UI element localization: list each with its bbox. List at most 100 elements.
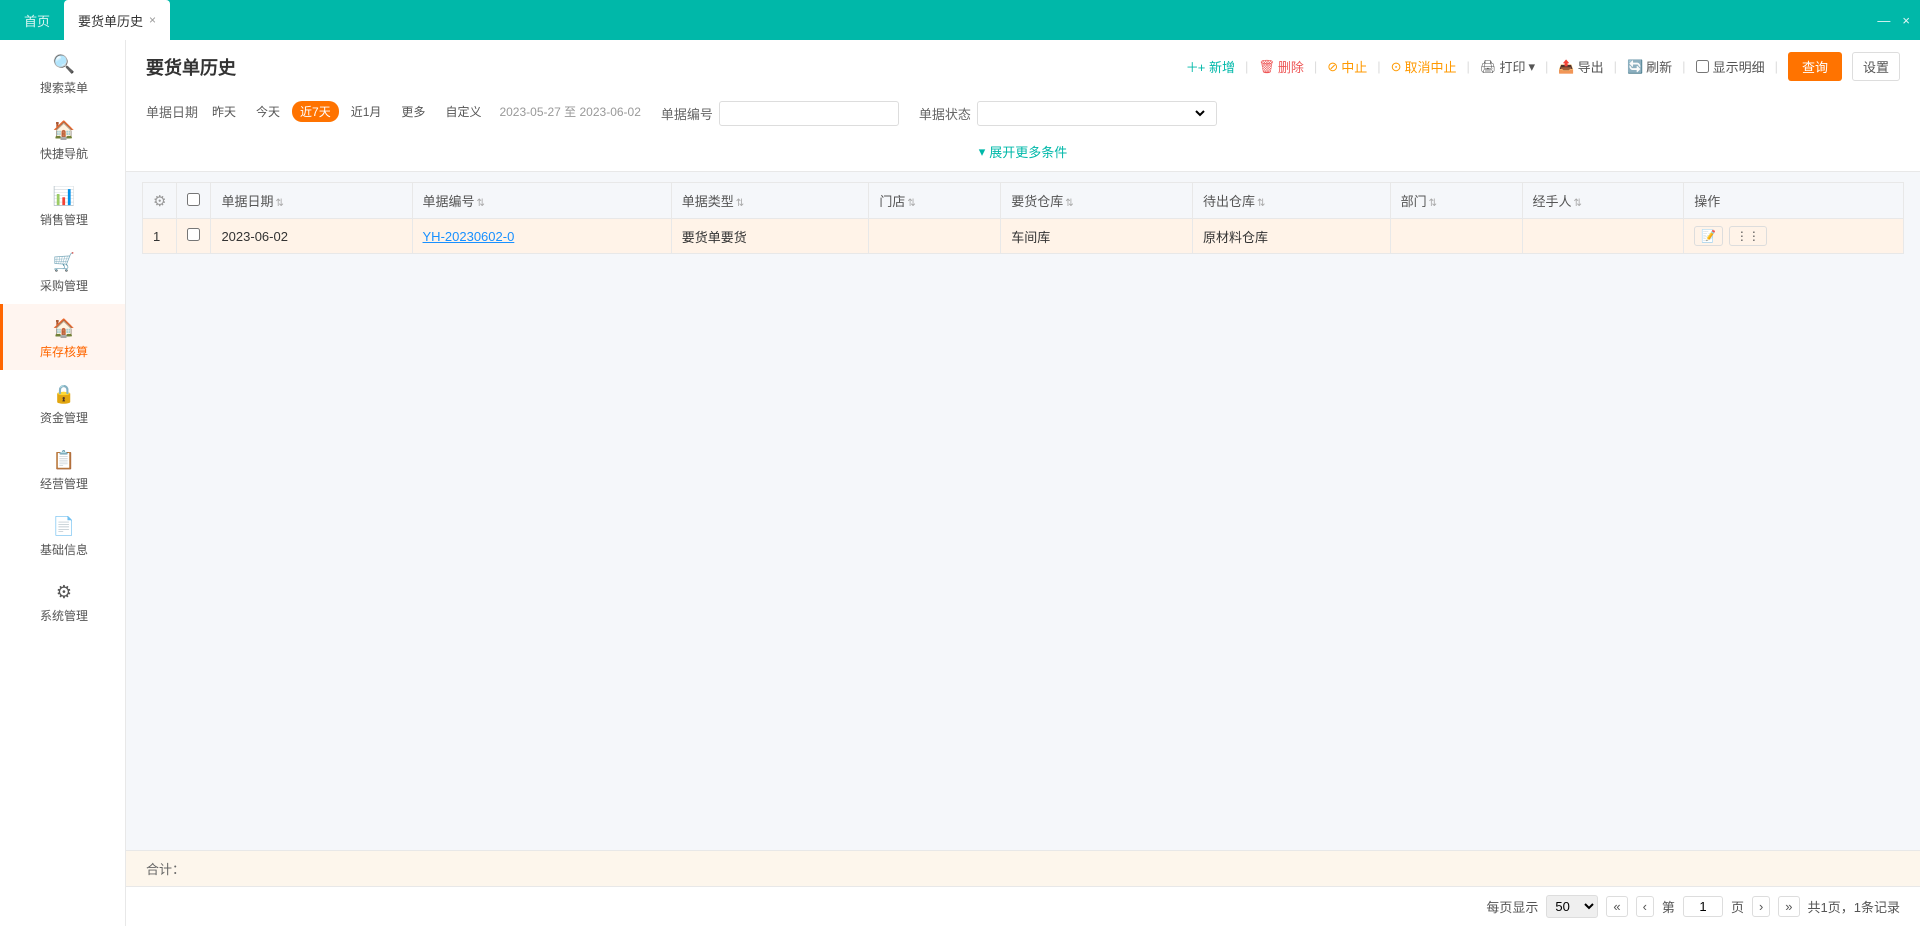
page-number-input[interactable] xyxy=(1683,896,1723,917)
stop-icon: ⊘ xyxy=(1327,59,1338,75)
cell-store xyxy=(869,219,1001,254)
col-checkbox xyxy=(177,183,211,219)
display-detail-checkbox[interactable] xyxy=(1696,60,1709,73)
billno-filter-input[interactable] xyxy=(719,101,899,126)
sort-icon[interactable]: ⇅ xyxy=(477,198,485,209)
cancel-stop-icon: ⊙ xyxy=(1391,59,1402,75)
window-close-btn[interactable]: × xyxy=(1902,13,1910,28)
sidebar-item-basic-info[interactable]: 📄 基础信息 xyxy=(0,502,125,568)
sidebar-item-purchase-mgmt[interactable]: 🛒 采购管理 xyxy=(0,238,125,304)
sort-icon[interactable]: ⇅ xyxy=(907,198,915,209)
date-btn-more[interactable]: 更多 xyxy=(393,101,433,122)
new-button[interactable]: ＋ + 新增 xyxy=(1186,57,1235,76)
sort-icon[interactable]: ⇅ xyxy=(1257,198,1265,209)
sidebar: 🔍 搜索菜单 🏠 快捷导航 📊 销售管理 🛒 采购管理 🏠 库存核算 🔒 资金管… xyxy=(0,40,126,926)
summary-row: 合计： xyxy=(126,850,1920,886)
sidebar-item-system-mgmt[interactable]: ⚙ 系统管理 xyxy=(0,568,125,634)
ops-icon: 📋 xyxy=(53,450,75,471)
sort-icon[interactable]: ⇅ xyxy=(1065,198,1073,209)
status-filter-group: 单据状态 xyxy=(919,101,1217,126)
sidebar-item-sales-mgmt[interactable]: 📊 销售管理 xyxy=(0,172,125,238)
sort-icon[interactable]: ⇅ xyxy=(275,198,283,209)
sales-icon: 📊 xyxy=(53,186,75,207)
sidebar-item-finance-mgmt[interactable]: 🔒 资金管理 xyxy=(0,370,125,436)
finance-icon: 🔒 xyxy=(53,384,75,405)
delete-button[interactable]: 🗑 删除 xyxy=(1258,57,1304,76)
export-button[interactable]: 📤 导出 xyxy=(1558,57,1603,76)
cell-req-warehouse: 车间库 xyxy=(1001,219,1193,254)
date-range-display: 2023-05-27 至 2023-06-02 xyxy=(499,103,640,120)
col-billdate: 单据日期⇅ xyxy=(211,183,412,219)
active-tab[interactable]: 要货单历史 × xyxy=(64,0,170,40)
cell-pending-warehouse: 原材料仓库 xyxy=(1192,219,1390,254)
date-btn-custom[interactable]: 自定义 xyxy=(437,101,489,122)
cancel-stop-button[interactable]: ⊙ 取消中止 xyxy=(1391,57,1457,76)
filter-row: 单据日期 昨天 今天 近7天 近1月 更多 自定义 2023-05-27 至 2… xyxy=(146,91,1900,134)
billno-filter-group: 单据编号 xyxy=(661,101,899,126)
prev-page-button[interactable]: ‹ xyxy=(1636,896,1654,917)
select-all-checkbox[interactable] xyxy=(187,193,200,206)
cell-billdate: 2023-06-02 xyxy=(211,219,412,254)
row-delete-button[interactable]: ⋮⋮ xyxy=(1729,226,1767,246)
row-checkbox[interactable] xyxy=(187,228,200,241)
pagination-bar: 每页显示 50 100 « ‹ 第 页 › » 共1页，1条记录 xyxy=(126,886,1920,926)
page-title: 要货单历史 xyxy=(146,54,236,80)
date-btn-1month[interactable]: 近1月 xyxy=(343,101,390,122)
col-department: 部门⇅ xyxy=(1390,183,1522,219)
top-bar-right: — × xyxy=(1877,13,1910,28)
print-icon: 🖨 xyxy=(1480,59,1497,75)
cell-index: 1 xyxy=(143,219,177,254)
purchase-icon: 🛒 xyxy=(53,252,75,273)
stop-button[interactable]: ⊘ 中止 xyxy=(1327,57,1367,76)
export-icon: 📤 xyxy=(1558,59,1574,75)
total-info: 共1页，1条记录 xyxy=(1808,897,1900,916)
summary-label: 合计： xyxy=(146,859,185,878)
first-page-button[interactable]: « xyxy=(1606,896,1627,917)
main-layout: 🔍 搜索菜单 🏠 快捷导航 📊 销售管理 🛒 采购管理 🏠 库存核算 🔒 资金管… xyxy=(0,40,1920,926)
print-button[interactable]: 🖨 打印 ▾ xyxy=(1480,57,1535,76)
query-button[interactable]: 查询 xyxy=(1788,52,1842,81)
window-minimize-btn[interactable]: — xyxy=(1877,13,1890,28)
filter-expand-row: ▾ 展开更多条件 xyxy=(146,134,1900,171)
expand-more-button[interactable]: ▾ 展开更多条件 xyxy=(979,138,1068,165)
date-filter-group: 单据日期 昨天 今天 近7天 近1月 更多 自定义 2023-05-27 至 2… xyxy=(146,101,641,122)
sidebar-item-search-menu[interactable]: 🔍 搜索菜单 xyxy=(0,40,125,106)
date-btn-7days[interactable]: 近7天 xyxy=(292,101,339,122)
home-tab[interactable]: 首页 xyxy=(10,0,64,40)
status-filter-select[interactable] xyxy=(986,105,1208,122)
sidebar-item-label: 基础信息 xyxy=(40,541,88,558)
sidebar-item-label: 采购管理 xyxy=(40,277,88,294)
sort-icon[interactable]: ⇅ xyxy=(1574,198,1582,209)
print-dropdown-icon: ▾ xyxy=(1528,59,1535,75)
search-icon: 🔍 xyxy=(53,54,75,75)
sort-icon[interactable]: ⇅ xyxy=(1429,198,1437,209)
col-settings: ⚙ xyxy=(143,183,177,219)
per-page-select[interactable]: 50 100 xyxy=(1546,895,1598,918)
col-billno: 单据编号⇅ xyxy=(412,183,671,219)
cell-department xyxy=(1390,219,1522,254)
page-unit: 页 xyxy=(1731,897,1744,916)
per-page-label: 每页显示 xyxy=(1486,897,1538,916)
sidebar-item-quick-nav[interactable]: 🏠 快捷导航 xyxy=(0,106,125,172)
display-detail-button[interactable]: 显示明细 xyxy=(1696,57,1765,76)
sidebar-item-label: 库存核算 xyxy=(40,343,88,360)
column-settings-icon[interactable]: ⚙ xyxy=(153,193,166,210)
date-btn-today[interactable]: 今天 xyxy=(248,101,288,122)
setting-button[interactable]: 设置 xyxy=(1852,52,1900,81)
system-icon: ⚙ xyxy=(56,582,72,603)
row-edit-button[interactable]: 📝 xyxy=(1694,226,1723,246)
refresh-button[interactable]: 🔄 刷新 xyxy=(1627,57,1672,76)
sidebar-item-inventory[interactable]: 🏠 库存核算 xyxy=(0,304,125,370)
cell-billtype: 要货单要货 xyxy=(671,219,869,254)
content-area: 要货单历史 ＋ + 新增 | 🗑 删除 | ⊘ 中止 xyxy=(126,40,1920,926)
close-tab-icon[interactable]: × xyxy=(149,13,156,27)
date-btn-yesterday[interactable]: 昨天 xyxy=(204,101,244,122)
sort-icon[interactable]: ⇅ xyxy=(736,198,744,209)
bill-no-link[interactable]: YH-20230602-0 xyxy=(423,229,515,244)
sidebar-item-ops-mgmt[interactable]: 📋 经营管理 xyxy=(0,436,125,502)
page-label: 第 xyxy=(1662,897,1675,916)
next-page-button[interactable]: › xyxy=(1752,896,1770,917)
page-title-row: 要货单历史 ＋ + 新增 | 🗑 删除 | ⊘ 中止 xyxy=(146,52,1900,81)
sidebar-item-label: 系统管理 xyxy=(40,607,88,624)
last-page-button[interactable]: » xyxy=(1778,896,1799,917)
